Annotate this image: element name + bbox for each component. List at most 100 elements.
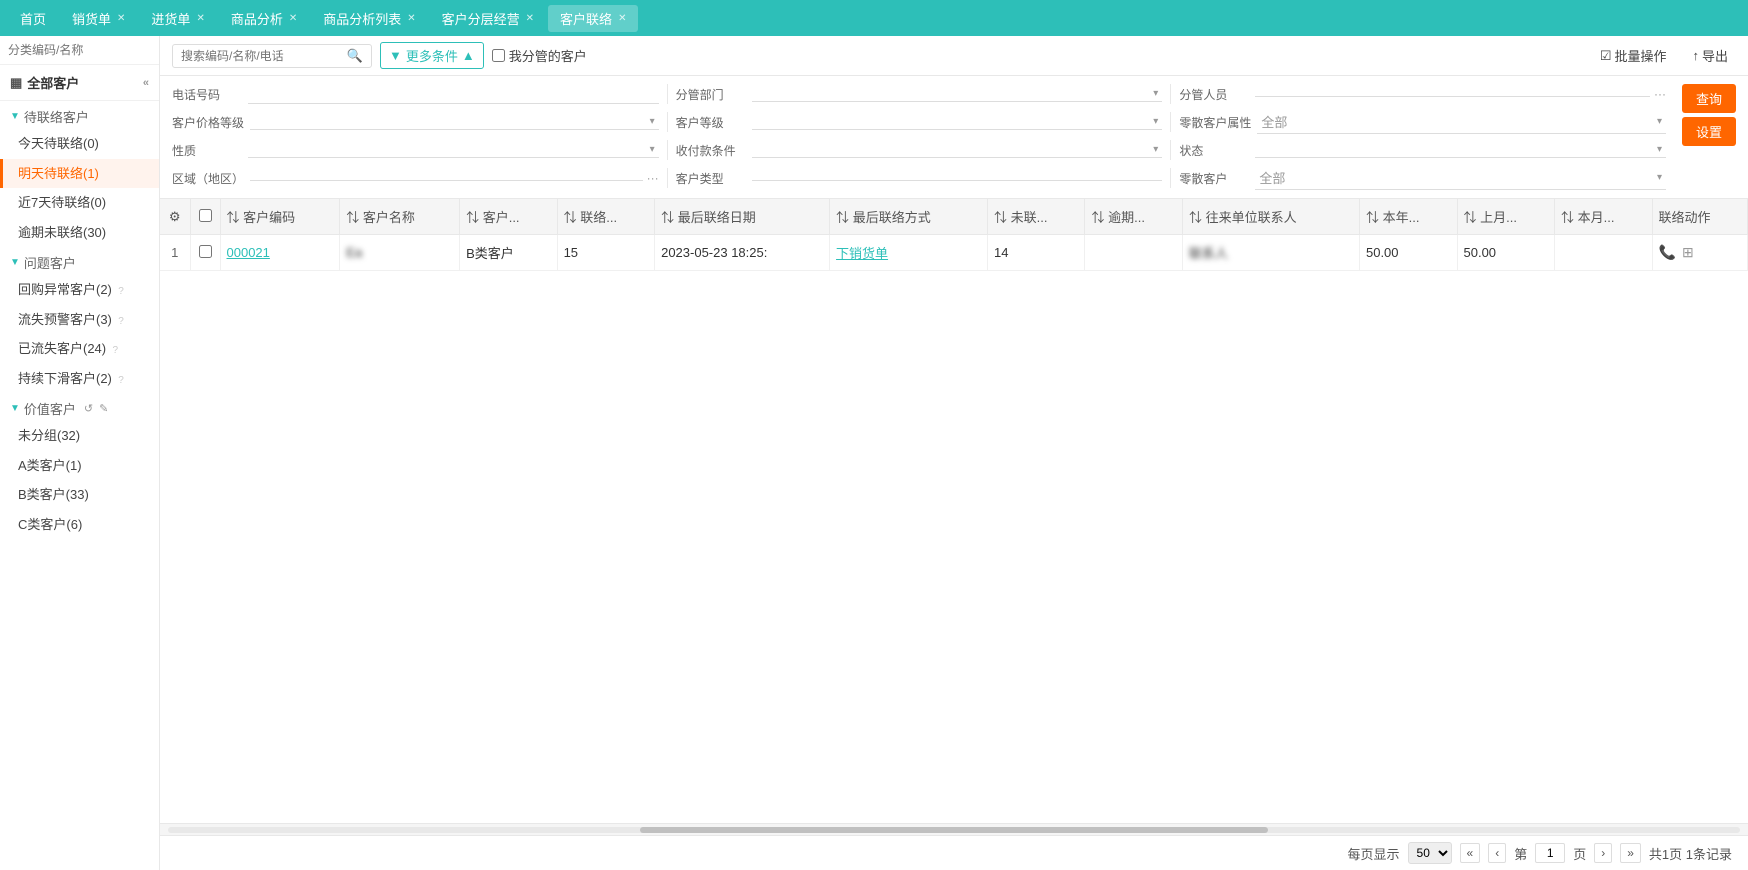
payment-select[interactable]: ▾ <box>752 142 1163 158</box>
retail-customer-select[interactable]: 全部 ▾ <box>1255 166 1666 190</box>
divider <box>667 140 668 160</box>
nav-sales[interactable]: 销货单 ✕ <box>60 5 137 32</box>
close-icon[interactable]: ✕ <box>618 13 626 24</box>
query-button[interactable]: 查询 <box>1682 84 1736 113</box>
region-label: 区域（地区） <box>172 170 244 187</box>
phone-icon[interactable]: 📞 <box>1659 244 1676 261</box>
page-input[interactable] <box>1535 843 1565 863</box>
col-uncontacted[interactable]: ⇅ 未联... <box>987 199 1085 235</box>
row-select-checkbox[interactable] <box>199 245 212 258</box>
row-uncontacted: 14 <box>987 235 1085 271</box>
col-code[interactable]: ⇅ 客户编码 <box>220 199 340 235</box>
sidebar-item-today-contact[interactable]: 今天待联络(0) <box>0 129 159 159</box>
nav-purchase[interactable]: 进货单 ✕ <box>139 5 216 32</box>
sidebar-item-overdue-contact[interactable]: 逾期未联络(30) <box>0 218 159 248</box>
table-header-row: ⚙ ⇅ 客户编码 ⇅ 客户名称 ⇅ 客户... ⇅ 联络... ⇅ 最后联络日期… <box>160 199 1748 235</box>
top-nav: 首页 销货单 ✕ 进货单 ✕ 商品分析 ✕ 商品分析列表 ✕ 客户分层经营 ✕ … <box>0 0 1748 36</box>
my-customers-checkbox[interactable] <box>492 49 505 62</box>
sort-icon: ⇅ <box>1561 210 1574 225</box>
my-customers-checkbox-label[interactable]: 我分管的客户 <box>492 46 587 65</box>
phone-input[interactable] <box>248 85 659 104</box>
nav-product-analysis-list[interactable]: 商品分析列表 ✕ <box>311 5 427 32</box>
sidebar-search-input[interactable] <box>8 43 160 57</box>
sort-icon: ⇅ <box>466 210 479 225</box>
more-icon[interactable]: ··· <box>647 171 659 185</box>
prev-page-btn[interactable]: ‹ <box>1488 843 1506 863</box>
nav-home[interactable]: 首页 <box>8 5 58 32</box>
search-input[interactable] <box>181 49 347 63</box>
nav-product-analysis[interactable]: 商品分析 ✕ <box>219 5 309 32</box>
person-select[interactable] <box>1255 92 1650 97</box>
col-checkbox[interactable] <box>190 199 220 235</box>
nav-customer-contact[interactable]: 客户联络 ✕ <box>548 5 638 32</box>
sidebar-item-churned[interactable]: 已流失客户(24) ? <box>0 334 159 364</box>
filter-more-btn[interactable]: ▼ 更多条件 ▲ <box>380 42 484 69</box>
region-select[interactable] <box>250 176 643 181</box>
last-method-link[interactable]: 下销货单 <box>836 246 888 261</box>
chevron-up-icon: ▲ <box>462 48 475 63</box>
select-all-checkbox[interactable] <box>199 209 212 222</box>
nature-select[interactable]: ▾ <box>248 142 659 158</box>
person-label: 分管人员 <box>1179 86 1249 103</box>
export-btn[interactable]: ↑ 导出 <box>1684 43 1736 68</box>
close-icon[interactable]: ✕ <box>526 13 534 24</box>
col-name[interactable]: ⇅ 客户名称 <box>340 199 460 235</box>
col-this-year[interactable]: ⇅ 本年... <box>1359 199 1457 235</box>
sidebar-item-declining[interactable]: 持续下滑客户(2) ? <box>0 364 159 394</box>
chevron-down-icon: ▾ <box>1657 172 1662 183</box>
last-page-btn[interactable]: » <box>1620 843 1641 863</box>
sidebar-item-repurchase-abnormal[interactable]: 回购异常客户(2) ? <box>0 275 159 305</box>
col-this-month[interactable]: ⇅ 本月... <box>1555 199 1653 235</box>
row-checkbox[interactable] <box>190 235 220 271</box>
toolbar-right: ☑ 批量操作 ↑ 导出 <box>1592 43 1736 68</box>
filter-price-grade: 客户价格等级 ▾ <box>172 114 659 131</box>
close-icon[interactable]: ✕ <box>289 13 297 24</box>
col-contact-person[interactable]: ⇅ 往来单位联系人 <box>1183 199 1360 235</box>
batch-operations-btn[interactable]: ☑ 批量操作 <box>1592 43 1675 68</box>
checkbox-icon: ☑ <box>1600 48 1612 64</box>
sidebar-item-class-b[interactable]: B类客户(33) <box>0 480 159 510</box>
col-customer-type[interactable]: ⇅ 客户... <box>460 199 558 235</box>
customer-type-select[interactable] <box>752 176 1163 181</box>
price-grade-select[interactable]: ▾ <box>250 114 659 130</box>
sidebar-item-tomorrow-contact[interactable]: 明天待联络(1) <box>0 159 159 189</box>
col-overdue[interactable]: ⇅ 逾期... <box>1085 199 1183 235</box>
retail-attr-select[interactable]: 全部 ▾ <box>1257 110 1666 134</box>
page-size-select[interactable]: 50 <box>1408 842 1452 864</box>
refresh-icon[interactable]: ↺ <box>84 402 93 415</box>
first-page-btn[interactable]: « <box>1460 843 1481 863</box>
divider <box>667 112 668 132</box>
sidebar-search-container: 🔍 <box>0 36 159 65</box>
close-icon[interactable]: ✕ <box>117 13 125 24</box>
status-select[interactable]: ▾ <box>1255 142 1666 158</box>
dept-select[interactable]: ▾ <box>752 86 1163 102</box>
close-icon[interactable]: ✕ <box>196 13 204 24</box>
sidebar-all-customers[interactable]: ▦ 全部客户 « <box>0 65 159 101</box>
triangle-icon: ▼ <box>10 257 20 268</box>
filter-retail-attr: 零散客户属性 全部 ▾ <box>1179 110 1666 134</box>
customer-grade-select[interactable]: ▾ <box>752 114 1163 130</box>
help-icon: ? <box>118 316 124 327</box>
chevron-down-icon: ▾ <box>1153 116 1158 127</box>
col-contact-count[interactable]: ⇅ 联络... <box>557 199 655 235</box>
col-last-method[interactable]: ⇅ 最后联络方式 <box>830 199 988 235</box>
grid-icon[interactable]: ⊞ <box>1682 244 1694 261</box>
sidebar-item-class-c[interactable]: C类客户(6) <box>0 510 159 540</box>
customer-code-link[interactable]: 000021 <box>227 245 270 260</box>
sidebar-item-ungrouped[interactable]: 未分组(32) <box>0 421 159 451</box>
edit-icon[interactable]: ✎ <box>99 402 108 415</box>
col-last-date[interactable]: ⇅ 最后联络日期 <box>655 199 830 235</box>
more-icon[interactable]: ··· <box>1654 87 1666 101</box>
col-settings[interactable]: ⚙ <box>160 199 190 235</box>
sidebar-item-week-contact[interactable]: 近7天待联络(0) <box>0 188 159 218</box>
sidebar-item-churn-warning[interactable]: 流失预警客户(3) ? <box>0 305 159 335</box>
nav-customer-tier[interactable]: 客户分层经营 ✕ <box>430 5 546 32</box>
col-last-month[interactable]: ⇅ 上月... <box>1457 199 1555 235</box>
next-page-btn[interactable]: › <box>1594 843 1612 863</box>
set-button[interactable]: 设置 <box>1682 117 1736 146</box>
scroll-thumb[interactable] <box>640 827 1269 833</box>
sidebar-item-class-a[interactable]: A类客户(1) <box>0 451 159 481</box>
close-icon[interactable]: ✕ <box>407 13 415 24</box>
chevron-left-icon[interactable]: « <box>143 77 149 89</box>
search-icon[interactable]: 🔍 <box>347 48 363 64</box>
